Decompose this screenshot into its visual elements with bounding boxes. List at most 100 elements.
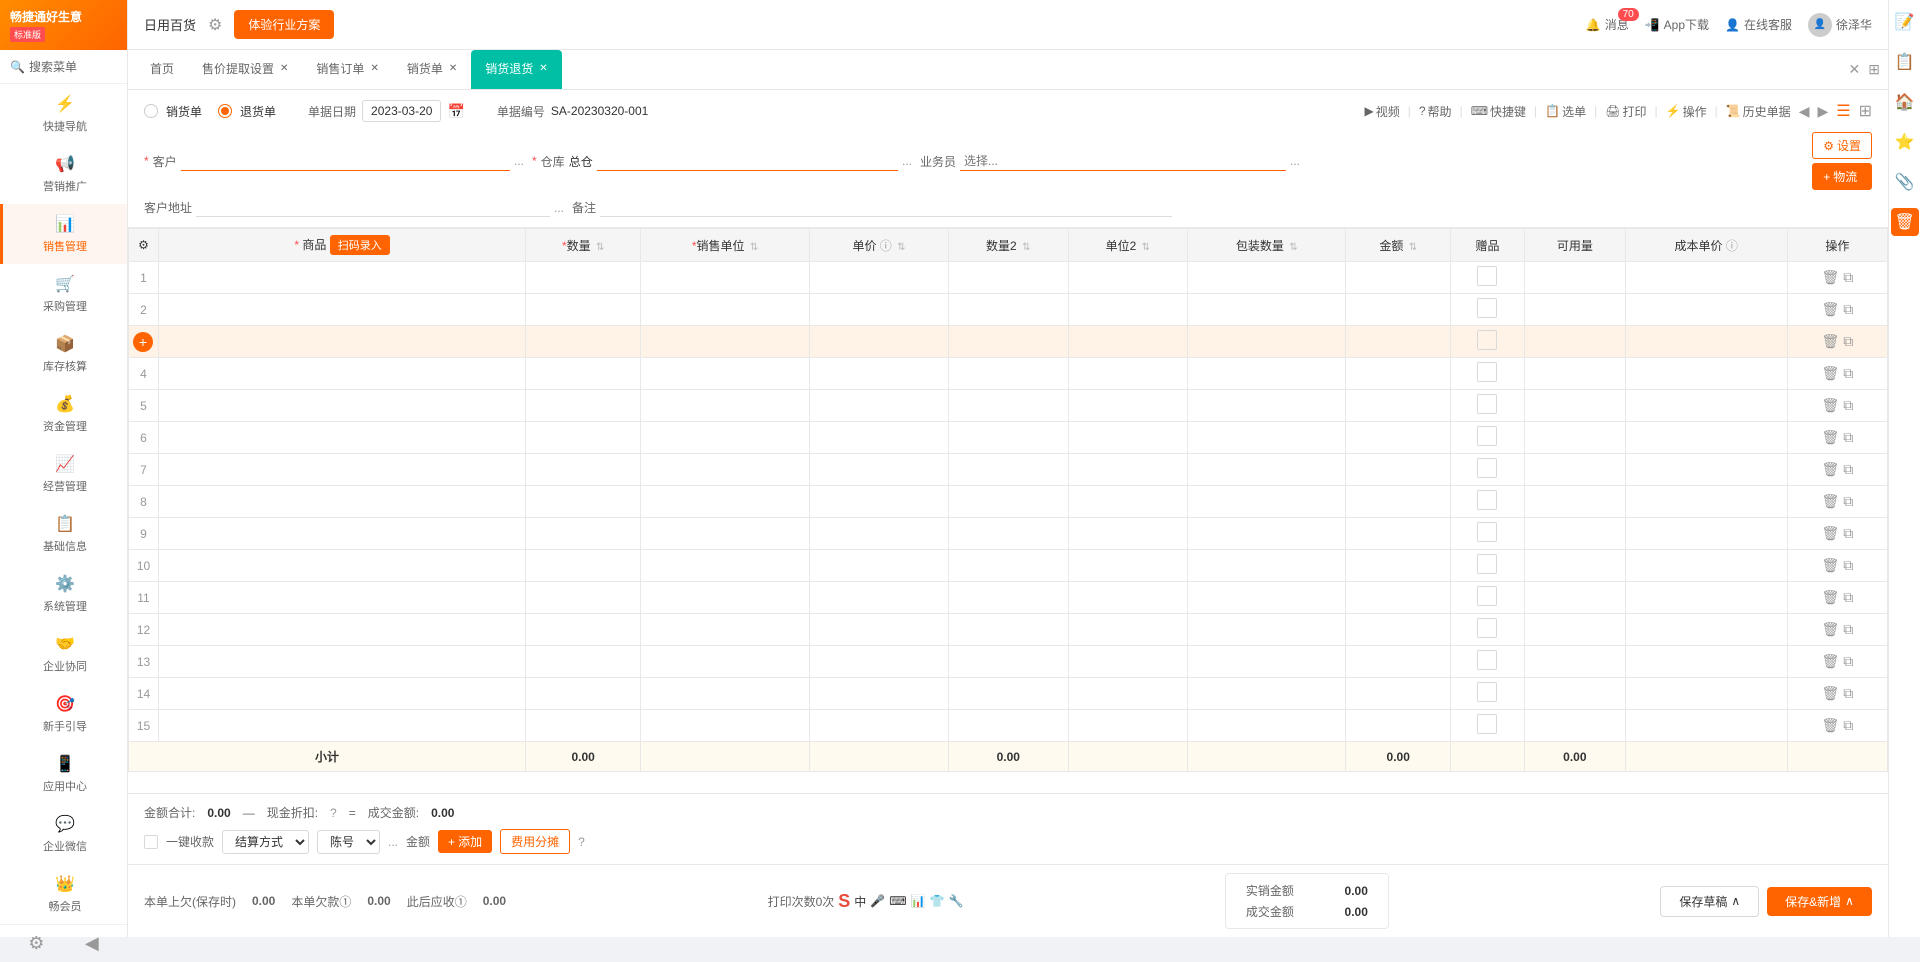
copy-row-btn[interactable]: ⧉ bbox=[1841, 715, 1855, 736]
account-dots[interactable]: ... bbox=[388, 835, 398, 849]
right-icon-6[interactable]: 🗑 bbox=[1891, 208, 1919, 236]
right-icon-4[interactable]: ⭐ bbox=[1891, 128, 1919, 156]
customer-input[interactable] bbox=[181, 152, 510, 171]
amount-sort[interactable]: ⇅ bbox=[1409, 242, 1417, 253]
copy-row-btn[interactable]: ⧉ bbox=[1841, 299, 1855, 320]
one-click-checkbox[interactable] bbox=[144, 835, 158, 849]
delete-row-btn[interactable]: 🗑 bbox=[1819, 619, 1841, 640]
tab-sale-return[interactable]: 销货退货 ✕ bbox=[471, 50, 561, 89]
cell-gift[interactable] bbox=[1451, 326, 1525, 358]
delete-row-btn[interactable]: 🗑 bbox=[1819, 363, 1841, 384]
right-icon-1[interactable]: 📝 bbox=[1891, 8, 1919, 36]
cell-product[interactable] bbox=[159, 550, 526, 582]
cell-gift[interactable] bbox=[1451, 262, 1525, 294]
discount-help[interactable]: ? bbox=[330, 806, 337, 820]
toolbar-nav-prev[interactable]: ◀ bbox=[1799, 103, 1810, 120]
toolbar-view1[interactable]: ☰ bbox=[1836, 101, 1850, 121]
price-help-icon[interactable]: ⓘ bbox=[880, 239, 892, 253]
price-sort[interactable]: ⇅ bbox=[897, 242, 905, 253]
close-all-icon[interactable]: ✕ bbox=[1849, 61, 1861, 78]
sidebar-item-huiyuan[interactable]: 👑 畅会员 bbox=[0, 864, 127, 924]
cell-gift[interactable] bbox=[1451, 454, 1525, 486]
gift-checkbox[interactable] bbox=[1477, 714, 1497, 734]
delete-row-btn[interactable]: 🗑 bbox=[1819, 587, 1841, 608]
qty2-sort[interactable]: ⇅ bbox=[1022, 242, 1030, 253]
cell-gift[interactable] bbox=[1451, 710, 1525, 742]
copy-row-btn[interactable]: ⧉ bbox=[1841, 683, 1855, 704]
copy-row-btn[interactable]: ⧉ bbox=[1841, 555, 1855, 576]
cell-product[interactable] bbox=[159, 326, 526, 358]
add-row-btn[interactable]: + bbox=[133, 332, 153, 352]
save-draft-btn[interactable]: 保存草稿 ∧ bbox=[1660, 886, 1759, 917]
sidebar-item-qiye[interactable]: 🤝 企业协同 bbox=[0, 624, 127, 684]
delete-row-btn[interactable]: 🗑 bbox=[1819, 299, 1841, 320]
logistics-btn[interactable]: + 物流 bbox=[1812, 163, 1872, 190]
sidebar-item-kuaijie[interactable]: ⚡ 快捷导航 bbox=[0, 84, 127, 144]
tab-sale-return-close[interactable]: ✕ bbox=[539, 63, 547, 74]
tab-sale-price[interactable]: 售价提取设置 ✕ bbox=[188, 50, 302, 89]
split-btn[interactable]: 费用分摊 bbox=[500, 829, 570, 854]
cell-gift[interactable] bbox=[1451, 422, 1525, 454]
calendar-icon[interactable]: 📅 bbox=[447, 103, 464, 120]
tab-sale-order[interactable]: 销售订单 ✕ bbox=[302, 50, 392, 89]
toolbar-print[interactable]: 🖨 打印 bbox=[1605, 103, 1646, 120]
copy-row-btn[interactable]: ⧉ bbox=[1841, 395, 1855, 416]
gift-checkbox[interactable] bbox=[1477, 490, 1497, 510]
cell-product[interactable] bbox=[159, 294, 526, 326]
cell-product[interactable] bbox=[159, 262, 526, 294]
cell-gift[interactable] bbox=[1451, 294, 1525, 326]
delete-row-btn[interactable]: 🗑 bbox=[1819, 395, 1841, 416]
pack-sort[interactable]: ⇅ bbox=[1289, 242, 1297, 253]
delete-row-btn[interactable]: 🗑 bbox=[1819, 555, 1841, 576]
copy-row-btn[interactable]: ⧉ bbox=[1841, 427, 1855, 448]
delete-row-btn[interactable]: 🗑 bbox=[1819, 651, 1841, 672]
cell-product[interactable] bbox=[159, 582, 526, 614]
cell-gift[interactable] bbox=[1451, 646, 1525, 678]
copy-row-btn[interactable]: ⧉ bbox=[1841, 523, 1855, 544]
note-input[interactable] bbox=[600, 198, 1172, 217]
cell-product[interactable] bbox=[159, 486, 526, 518]
toolbar-shortcut[interactable]: ⌨ 快捷键 bbox=[1471, 103, 1526, 120]
delete-row-btn[interactable]: 🗑 bbox=[1819, 523, 1841, 544]
cell-product[interactable] bbox=[159, 646, 526, 678]
cell-product[interactable] bbox=[159, 518, 526, 550]
save-new-btn[interactable]: 保存&新增 ∧ bbox=[1767, 887, 1872, 916]
sidebar-item-xinshou[interactable]: 🎯 新手引导 bbox=[0, 684, 127, 744]
gift-checkbox[interactable] bbox=[1477, 586, 1497, 606]
cell-gift[interactable] bbox=[1451, 486, 1525, 518]
tab-sale-price-close[interactable]: ✕ bbox=[280, 63, 288, 74]
add-payment-btn[interactable]: + 添加 bbox=[438, 830, 492, 853]
warehouse-dots[interactable]: ... bbox=[902, 154, 912, 168]
toolbar-video[interactable]: ▶ 视频 bbox=[1364, 103, 1399, 120]
sidebar-item-yingyong[interactable]: 📱 应用中心 bbox=[0, 744, 127, 804]
sidebar-item-xitong[interactable]: ⚙️ 系统管理 bbox=[0, 564, 127, 624]
delete-row-btn[interactable]: 🗑 bbox=[1819, 459, 1841, 480]
cell-product[interactable] bbox=[159, 358, 526, 390]
user-profile[interactable]: 👤 徐泽华 bbox=[1808, 13, 1872, 37]
right-icon-2[interactable]: 📋 bbox=[1891, 48, 1919, 76]
col-setting[interactable]: ⚙ bbox=[129, 229, 159, 262]
sidebar-item-weixin[interactable]: 💬 企业微信 bbox=[0, 804, 127, 864]
delete-row-btn[interactable]: 🗑 bbox=[1819, 427, 1841, 448]
split-help-icon[interactable]: ? bbox=[578, 835, 585, 849]
gift-checkbox[interactable] bbox=[1477, 618, 1497, 638]
calc-method-select[interactable]: 结算方式 bbox=[222, 830, 309, 854]
toolbar-nav-next[interactable]: ▶ bbox=[1817, 103, 1828, 120]
warehouse-input[interactable] bbox=[597, 152, 898, 171]
tab-sale-out[interactable]: 销货单 ✕ bbox=[393, 50, 471, 89]
toolbar-select[interactable]: 📋 选单 bbox=[1545, 103, 1586, 120]
delete-row-btn[interactable]: 🗑 bbox=[1819, 267, 1841, 288]
tab-sale-order-close[interactable]: ✕ bbox=[370, 63, 378, 74]
cell-gift[interactable] bbox=[1451, 390, 1525, 422]
settings-icon[interactable]: ⚙ bbox=[28, 933, 44, 954]
date-value[interactable]: 2023-03-20 bbox=[362, 100, 441, 122]
unit2-sort[interactable]: ⇅ bbox=[1142, 242, 1150, 253]
copy-row-btn[interactable]: ⧉ bbox=[1841, 363, 1855, 384]
right-icon-5[interactable]: 📎 bbox=[1891, 168, 1919, 196]
cell-product[interactable] bbox=[159, 614, 526, 646]
gift-checkbox[interactable] bbox=[1477, 298, 1497, 318]
cell-gift[interactable] bbox=[1451, 678, 1525, 710]
sidebar-item-jichu[interactable]: 📋 基础信息 bbox=[0, 504, 127, 564]
copy-row-btn[interactable]: ⧉ bbox=[1841, 651, 1855, 672]
header-gear-icon[interactable]: ⚙ bbox=[208, 15, 222, 35]
